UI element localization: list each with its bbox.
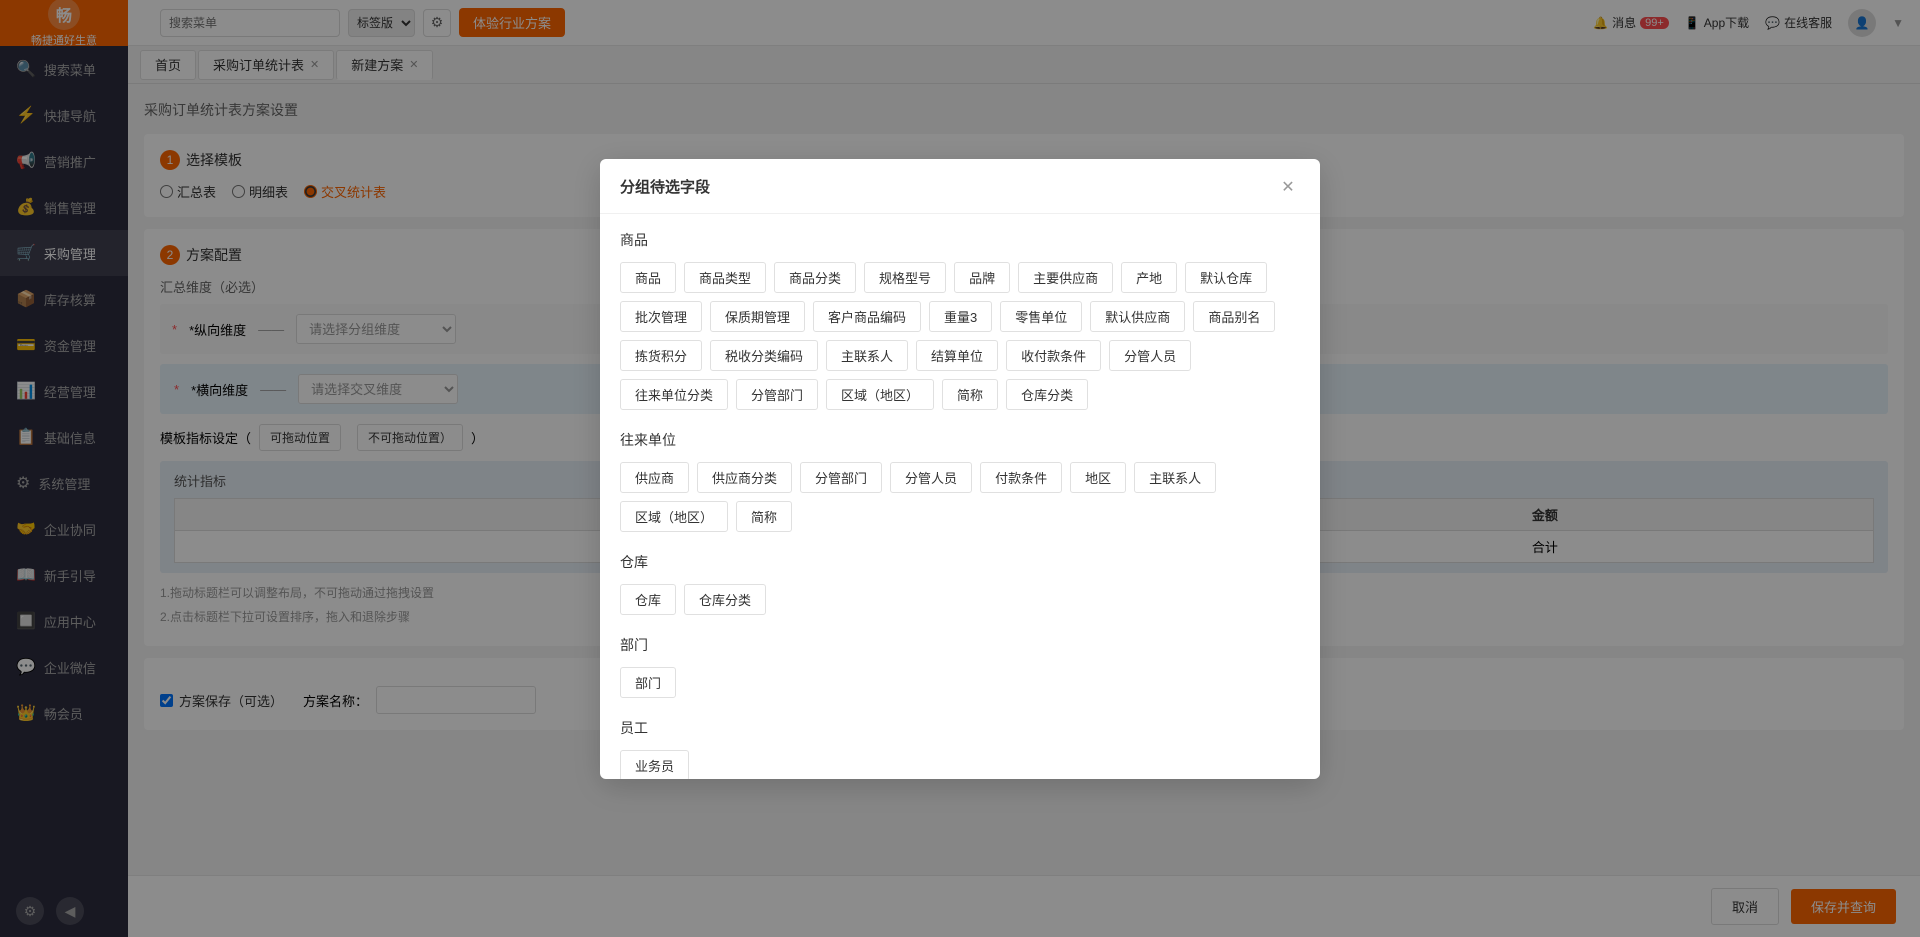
modal: 分组待选字段 ✕ 商品商品商品类型商品分类规格型号品牌主要供应商产地默认仓库批次… bbox=[600, 159, 1320, 779]
field-tag-简称[interactable]: 简称 bbox=[736, 501, 792, 532]
modal-header: 分组待选字段 ✕ bbox=[600, 159, 1320, 214]
section-title-department: 部门 bbox=[620, 635, 1300, 655]
field-tag-分管部门[interactable]: 分管部门 bbox=[800, 462, 882, 493]
field-tag-地区[interactable]: 地区 bbox=[1070, 462, 1126, 493]
field-tags-staff: 业务员 bbox=[620, 750, 1300, 779]
field-tag-付款条件[interactable]: 付款条件 bbox=[980, 462, 1062, 493]
modal-close-button[interactable]: ✕ bbox=[1276, 175, 1300, 199]
field-section-partner: 往来单位供应商供应商分类分管部门分管人员付款条件地区主联系人区域（地区） 简称 bbox=[620, 430, 1300, 532]
field-tag-商品类型[interactable]: 商品类型 bbox=[684, 262, 766, 293]
field-tag-默认供应商[interactable]: 默认供应商 bbox=[1090, 301, 1185, 332]
field-tag-重量3[interactable]: 重量3 bbox=[929, 301, 992, 332]
field-tags-warehouse: 仓库仓库分类 bbox=[620, 584, 1300, 615]
field-tags-partner: 供应商供应商分类分管部门分管人员付款条件地区主联系人区域（地区） 简称 bbox=[620, 462, 1300, 532]
field-tag-商品别名[interactable]: 商品别名 bbox=[1193, 301, 1275, 332]
section-title-partner: 往来单位 bbox=[620, 430, 1300, 450]
field-tag-拣货积分[interactable]: 拣货积分 bbox=[620, 340, 702, 371]
field-tag-分管人员[interactable]: 分管人员 bbox=[1109, 340, 1191, 371]
field-tag-默认仓库[interactable]: 默认仓库 bbox=[1185, 262, 1267, 293]
field-tag-税收分类编码[interactable]: 税收分类编码 bbox=[710, 340, 818, 371]
field-section-staff: 员工业务员 bbox=[620, 718, 1300, 779]
field-tag-区域（地区）[interactable]: 区域（地区） bbox=[826, 379, 934, 410]
field-tag-主联系人[interactable]: 主联系人 bbox=[826, 340, 908, 371]
field-tag-仓库[interactable]: 仓库 bbox=[620, 584, 676, 615]
modal-body: 商品商品商品类型商品分类规格型号品牌主要供应商产地默认仓库批次管理保质期管理客户… bbox=[600, 214, 1320, 779]
field-tag-商品分类[interactable]: 商品分类 bbox=[774, 262, 856, 293]
modal-title: 分组待选字段 bbox=[620, 176, 710, 197]
field-tag-保质期管理[interactable]: 保质期管理 bbox=[710, 301, 805, 332]
field-section-goods: 商品商品商品类型商品分类规格型号品牌主要供应商产地默认仓库批次管理保质期管理客户… bbox=[620, 230, 1300, 410]
field-tag-供应商分类[interactable]: 供应商分类 bbox=[697, 462, 792, 493]
field-tag-商品[interactable]: 商品 bbox=[620, 262, 676, 293]
field-tag-简称[interactable]: 简称 bbox=[942, 379, 998, 410]
field-tag-产地[interactable]: 产地 bbox=[1121, 262, 1177, 293]
field-section-warehouse: 仓库仓库仓库分类 bbox=[620, 552, 1300, 615]
field-tag-收付款条件[interactable]: 收付款条件 bbox=[1006, 340, 1101, 371]
field-tag-供应商[interactable]: 供应商 bbox=[620, 462, 689, 493]
field-tag-品牌[interactable]: 品牌 bbox=[954, 262, 1010, 293]
section-title-goods: 商品 bbox=[620, 230, 1300, 250]
section-title-staff: 员工 bbox=[620, 718, 1300, 738]
field-tag-部门[interactable]: 部门 bbox=[620, 667, 676, 698]
field-tag-结算单位[interactable]: 结算单位 bbox=[916, 340, 998, 371]
field-tag-主联系人[interactable]: 主联系人 bbox=[1134, 462, 1216, 493]
section-title-warehouse: 仓库 bbox=[620, 552, 1300, 572]
field-tags-goods: 商品商品类型商品分类规格型号品牌主要供应商产地默认仓库批次管理保质期管理客户商品… bbox=[620, 262, 1300, 410]
modal-overlay[interactable]: 分组待选字段 ✕ 商品商品商品类型商品分类规格型号品牌主要供应商产地默认仓库批次… bbox=[0, 0, 1920, 937]
field-tag-往来单位分类[interactable]: 往来单位分类 bbox=[620, 379, 728, 410]
field-tag-仓库分类[interactable]: 仓库分类 bbox=[1006, 379, 1088, 410]
field-tag-分管部门[interactable]: 分管部门 bbox=[736, 379, 818, 410]
field-tag-规格型号[interactable]: 规格型号 bbox=[864, 262, 946, 293]
field-tag-主要供应商[interactable]: 主要供应商 bbox=[1018, 262, 1113, 293]
field-section-department: 部门部门 bbox=[620, 635, 1300, 698]
field-tag-分管人员[interactable]: 分管人员 bbox=[890, 462, 972, 493]
field-tag-零售单位[interactable]: 零售单位 bbox=[1000, 301, 1082, 332]
field-tag-业务员[interactable]: 业务员 bbox=[620, 750, 689, 779]
field-tag-区域（地区）[interactable]: 区域（地区） bbox=[620, 501, 728, 532]
field-tag-仓库分类[interactable]: 仓库分类 bbox=[684, 584, 766, 615]
field-tag-批次管理[interactable]: 批次管理 bbox=[620, 301, 702, 332]
field-tag-客户商品编码[interactable]: 客户商品编码 bbox=[813, 301, 921, 332]
field-tags-department: 部门 bbox=[620, 667, 1300, 698]
